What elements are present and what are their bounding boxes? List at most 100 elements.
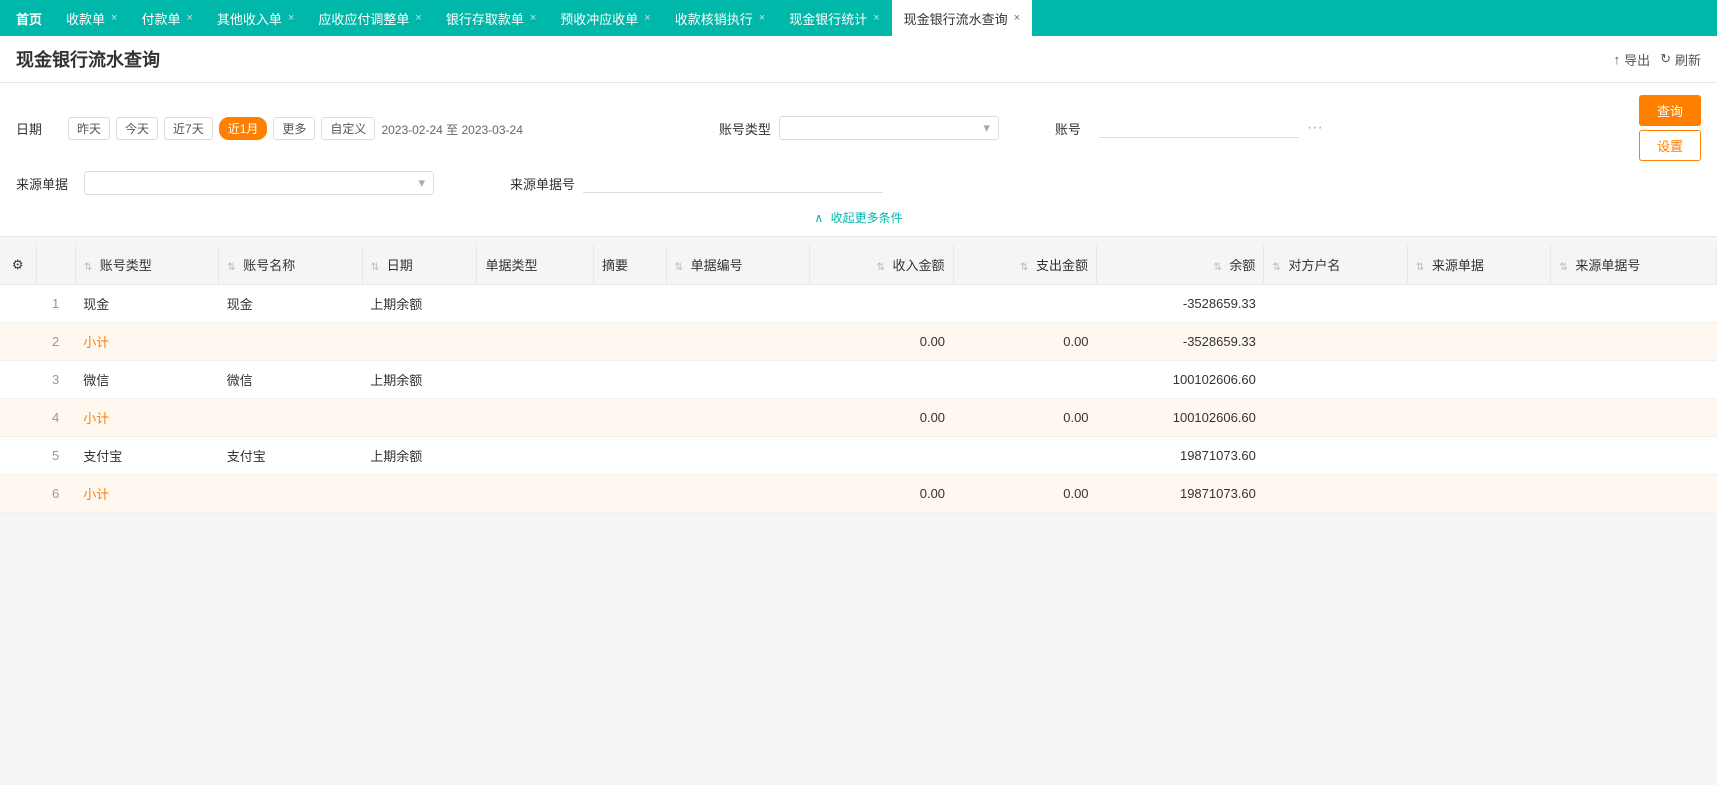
export-label: 导出 [1624, 50, 1650, 69]
table-cell [219, 399, 363, 437]
date-btn-1month[interactable]: 近1月 [219, 117, 268, 140]
table-body: 1现金现金上期余额-3528659.332小计0.000.00-3528659.… [0, 285, 1717, 513]
source-doc-no-input[interactable] [583, 173, 883, 193]
nav-tab-bank-deposit-close[interactable]: × [530, 12, 536, 24]
sort-arrows-date: ⇅ [371, 262, 379, 273]
table-col-account-name[interactable]: ⇅ 账号名称 [219, 245, 363, 285]
date-btn-yesterday[interactable]: 昨天 [68, 117, 110, 140]
nav-tab-payment[interactable]: 付款单 × [129, 0, 204, 36]
nav-tab-receipt[interactable]: 收款单 × [54, 0, 129, 36]
table-cell [1264, 361, 1408, 399]
table-cell [593, 361, 666, 399]
table-col-date[interactable]: ⇅ 日期 [362, 245, 477, 285]
sort-arrows-doc-no: ⇅ [675, 262, 683, 273]
table-col-income[interactable]: ⇅ 收入金额 [810, 245, 954, 285]
account-type-arrow-icon: ▾ [983, 120, 990, 136]
nav-tab-other-income[interactable]: 其他收入单 × [205, 0, 306, 36]
date-btn-custom[interactable]: 自定义 [321, 117, 375, 140]
table-cell [0, 361, 36, 399]
table-cell [666, 323, 810, 361]
sort-arrows-account-name: ⇅ [227, 262, 235, 273]
nav-tab-advance[interactable]: 预收冲应收单 × [548, 0, 662, 36]
nav-tab-advance-close[interactable]: × [644, 12, 650, 24]
account-more-icon[interactable]: ··· [1307, 119, 1323, 137]
nav-tab-adjustment[interactable]: 应收应付调整单 × [306, 0, 433, 36]
table-cell [1264, 437, 1408, 475]
table-col-source-doc[interactable]: ⇅ 来源单据 [1407, 245, 1551, 285]
sort-arrows-source-doc-no: ⇅ [1559, 262, 1567, 273]
nav-tab-verify[interactable]: 收款核销执行 × [663, 0, 777, 36]
nav-tab-cash-stats[interactable]: 现金银行统计 × [777, 0, 891, 36]
table-cell [1551, 285, 1717, 323]
date-label: 日期 [16, 119, 52, 138]
table-cell: 100102606.60 [1097, 361, 1264, 399]
date-btn-more[interactable]: 更多 [273, 117, 315, 140]
nav-tab-verify-close[interactable]: × [759, 12, 765, 24]
data-table: ⚙ ⇅ 账号类型 ⇅ 账号名称 ⇅ 日期 单据类型 摘要 [0, 245, 1717, 513]
table-col-balance[interactable]: ⇅ 余额 [1097, 245, 1264, 285]
nav-tab-cash-flow-close[interactable]: × [1014, 12, 1020, 24]
table-cell: -3528659.33 [1097, 323, 1264, 361]
table-cell [810, 437, 954, 475]
date-range-display: 2023-02-24 至 2023-03-24 [381, 121, 522, 138]
query-button[interactable]: 查询 [1639, 95, 1701, 126]
table-cell [477, 437, 593, 475]
sort-arrows-expense: ⇅ [1020, 262, 1028, 273]
table-cell: 100102606.60 [1097, 399, 1264, 437]
account-input[interactable] [1099, 118, 1299, 138]
nav-tab-bank-deposit-label: 银行存取款单 [446, 9, 524, 28]
table-cell [666, 399, 810, 437]
account-type-select[interactable]: ▾ [779, 116, 999, 140]
nav-tab-receipt-close[interactable]: × [111, 12, 117, 24]
table-row: 5支付宝支付宝上期余额19871073.60 [0, 437, 1717, 475]
table-col-counterpart[interactable]: ⇅ 对方户名 [1264, 245, 1408, 285]
nav-tab-home[interactable]: 首页 [4, 0, 54, 36]
table-row: 3微信微信上期余额100102606.60 [0, 361, 1717, 399]
table-cell: 0.00 [953, 475, 1097, 513]
settings-button[interactable]: 设置 [1639, 130, 1701, 161]
nav-tab-other-income-label: 其他收入单 [217, 9, 282, 28]
date-btn-today[interactable]: 今天 [116, 117, 158, 140]
nav-tab-adjustment-close[interactable]: × [415, 12, 421, 24]
table-row: 2小计0.000.00-3528659.33 [0, 323, 1717, 361]
table-cell [1551, 437, 1717, 475]
source-doc-select[interactable]: ▾ [84, 171, 434, 195]
table-col-doc-no[interactable]: ⇅ 单据编号 [666, 245, 810, 285]
table-cell [593, 285, 666, 323]
table-cell: 19871073.60 [1097, 437, 1264, 475]
sort-arrows-counterpart: ⇅ [1272, 262, 1280, 273]
collapse-bar[interactable]: ∧ 收起更多条件 [16, 205, 1701, 228]
table-row: 1现金现金上期余额-3528659.33 [0, 285, 1717, 323]
source-doc-no-label: 来源单据号 [510, 174, 575, 193]
table-cell: 支付宝 [75, 437, 219, 475]
date-btn-7days[interactable]: 近7天 [164, 117, 213, 140]
table-cell: 现金 [75, 285, 219, 323]
nav-tab-bank-deposit[interactable]: 银行存取款单 × [434, 0, 548, 36]
nav-tab-other-income-close[interactable]: × [288, 12, 294, 24]
nav-tab-cash-flow[interactable]: 现金银行流水查询 × [892, 0, 1032, 36]
table-cell [362, 475, 477, 513]
table-col-account-type[interactable]: ⇅ 账号类型 [75, 245, 219, 285]
nav-tab-cash-stats-close[interactable]: × [873, 12, 879, 24]
nav-tab-payment-close[interactable]: × [186, 12, 192, 24]
table-col-expense[interactable]: ⇅ 支出金额 [953, 245, 1097, 285]
collapse-arrow-icon: ∧ [814, 211, 823, 225]
table-cell [1264, 285, 1408, 323]
nav-tab-receipt-label: 收款单 [66, 9, 105, 28]
export-button[interactable]: ↑ 导出 [1614, 50, 1651, 69]
table-cell [1407, 475, 1551, 513]
collapse-label: 收起更多条件 [831, 211, 903, 225]
table-cell [0, 437, 36, 475]
table-cell: 小计 [75, 475, 219, 513]
table-cell [1264, 399, 1408, 437]
table-cell [219, 475, 363, 513]
table-settings-col[interactable]: ⚙ [0, 245, 36, 285]
table-cell [666, 285, 810, 323]
table-cell: 1 [36, 285, 75, 323]
header-actions: ↑ 导出 ↻ 刷新 [1614, 50, 1701, 69]
table-cell [666, 437, 810, 475]
table-col-source-doc-no[interactable]: ⇅ 来源单据号 [1551, 245, 1717, 285]
refresh-button[interactable]: ↻ 刷新 [1660, 50, 1701, 69]
table-cell: 0.00 [953, 323, 1097, 361]
nav-tab-payment-label: 付款单 [141, 9, 180, 28]
